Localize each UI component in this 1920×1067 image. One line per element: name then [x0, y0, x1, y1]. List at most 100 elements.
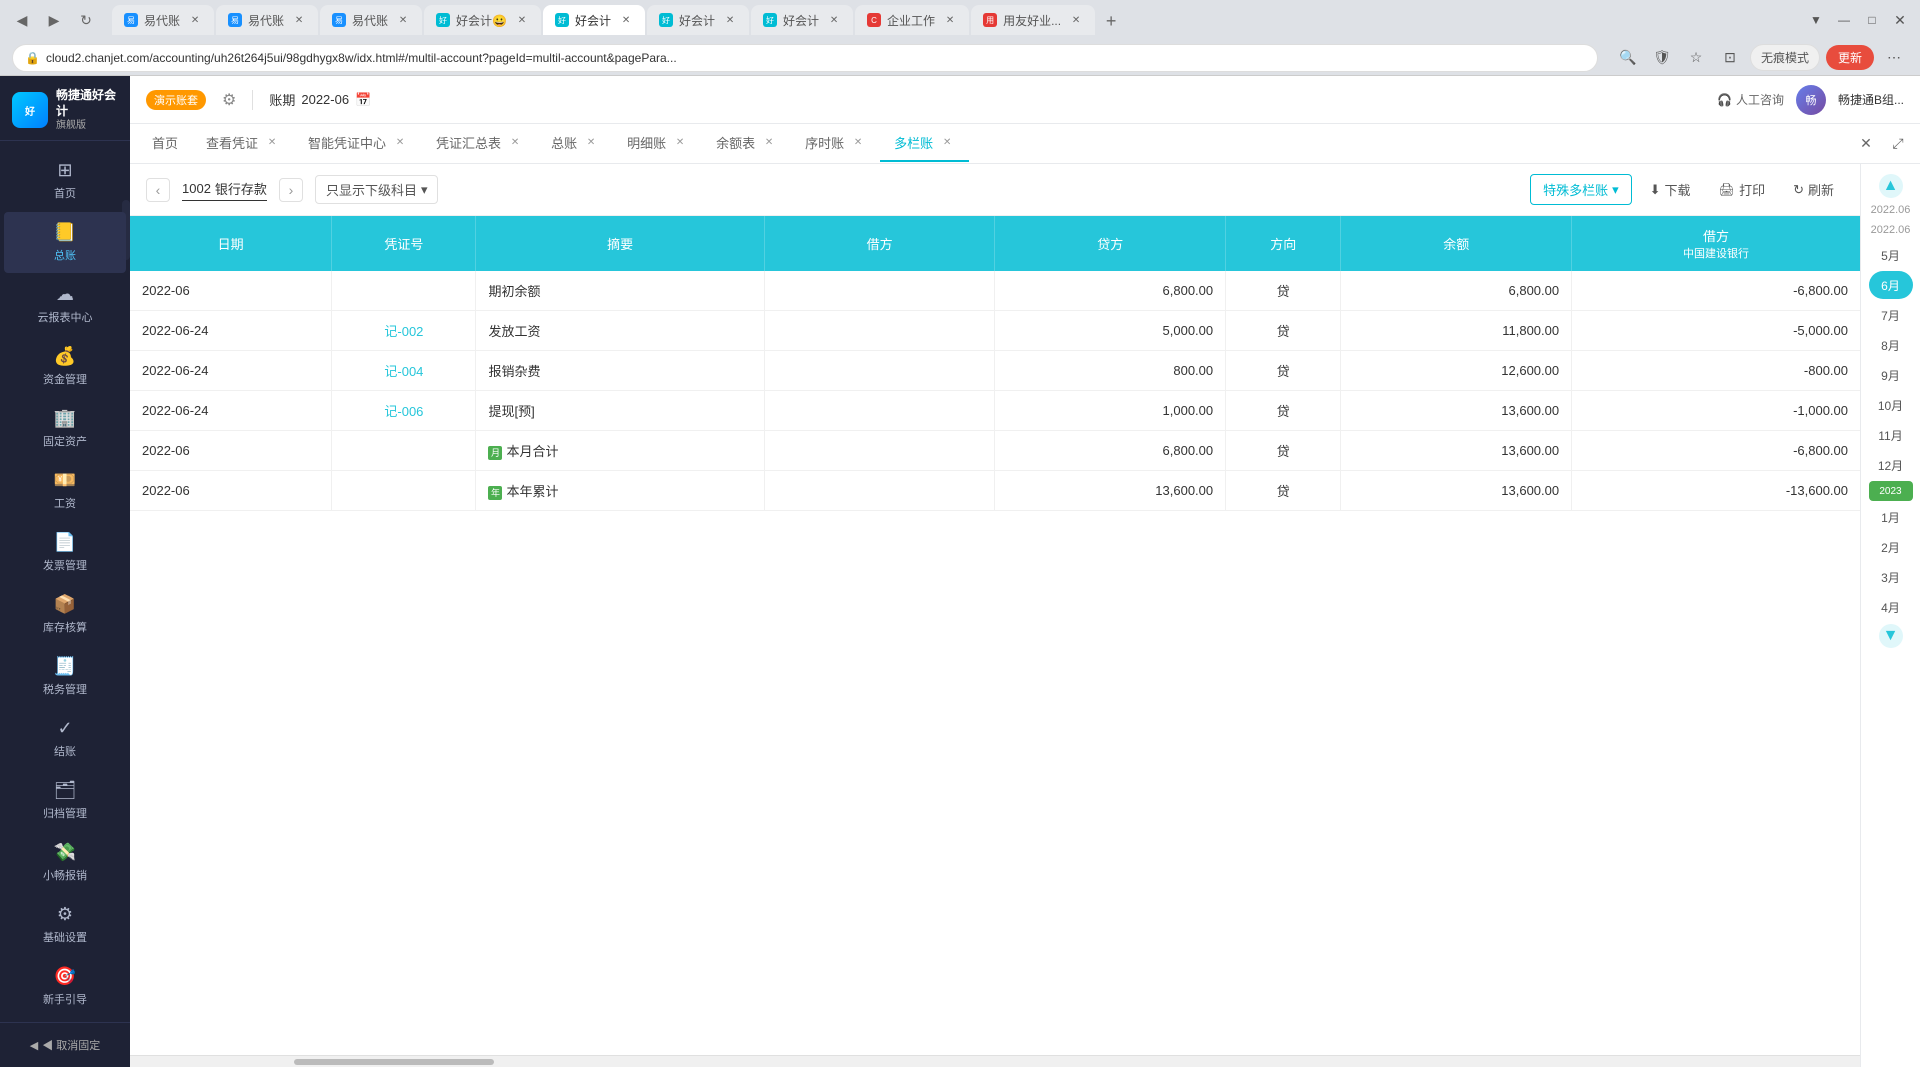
tab-close-8[interactable]: ✕: [943, 13, 957, 27]
sidebar-item-expense[interactable]: 💸 小畅报销: [4, 832, 126, 893]
prev-account-button[interactable]: ‹: [146, 178, 170, 202]
tab-close-4[interactable]: ✕: [515, 13, 529, 27]
tab-close-3[interactable]: ✕: [396, 13, 410, 27]
timeline-month-2023-1[interactable]: 1月: [1869, 503, 1913, 531]
back-button[interactable]: ◀: [8, 6, 36, 34]
timeline-month-5[interactable]: 5月: [1869, 241, 1913, 269]
timeline-month-12[interactable]: 12月: [1869, 451, 1913, 479]
voucher-link[interactable]: 记-006: [384, 404, 423, 419]
tab-general-ledger-close[interactable]: ✕: [583, 135, 599, 151]
browser-tab-8[interactable]: C 企业工作 ✕: [855, 5, 969, 35]
collapse-panel-button[interactable]: ✕: [1852, 130, 1880, 158]
topbar-settings-button[interactable]: ⚙: [222, 90, 236, 110]
star-icon-button[interactable]: ☆: [1682, 44, 1710, 72]
sidebar-item-cloud-report[interactable]: ☁ 云报表中心: [4, 274, 126, 335]
browser-tab-7[interactable]: 好 好会计 ✕: [751, 5, 853, 35]
sidebar-item-home[interactable]: ⊞ 首页: [4, 150, 126, 211]
search-icon-button[interactable]: 🔍: [1614, 44, 1642, 72]
timeline-month-11[interactable]: 11月: [1869, 421, 1913, 449]
timeline-scroll-up[interactable]: ▲: [1879, 174, 1903, 198]
show-sub-accounts-toggle[interactable]: 只显示下级科目 ▾: [315, 175, 439, 204]
sidebar-item-payroll[interactable]: 💴 工资: [4, 460, 126, 521]
sidebar-scrollbar[interactable]: [122, 200, 130, 260]
unpin-button[interactable]: ◀ ◀ 取消固定: [4, 1031, 126, 1059]
timeline-month-10[interactable]: 10月: [1869, 391, 1913, 419]
browser-tab-6[interactable]: 好 好会计 ✕: [647, 5, 749, 35]
download-button[interactable]: ⬇ 下载: [1640, 175, 1701, 204]
special-multi-column-button[interactable]: 特殊多栏账 ▾: [1530, 174, 1632, 205]
tab-close-9[interactable]: ✕: [1069, 13, 1083, 27]
voucher-link[interactable]: 记-002: [384, 324, 423, 339]
tab-smart-voucher-close[interactable]: ✕: [392, 135, 408, 151]
new-tab-button[interactable]: +: [1097, 7, 1125, 35]
sidebar-item-fixed-assets[interactable]: 🏢 固定资产: [4, 398, 126, 459]
sidebar-item-guide[interactable]: 🎯 新手引导: [4, 956, 126, 1017]
next-account-button[interactable]: ›: [279, 178, 303, 202]
voucher-link[interactable]: 记-004: [384, 364, 423, 379]
wuhen-mode-button[interactable]: 无痕模式: [1750, 44, 1820, 71]
sidebar-item-inventory[interactable]: 📦 库存核算: [4, 584, 126, 645]
shield-icon-button[interactable]: 🛡: [1648, 44, 1676, 72]
period-selector[interactable]: 账期 2022-06 📅: [269, 90, 371, 109]
browser-tab-1[interactable]: 易 易代账 ✕: [112, 5, 214, 35]
timeline-month-2023-2[interactable]: 2月: [1869, 533, 1913, 561]
browser-tab-5[interactable]: 好 好会计 ✕: [543, 5, 645, 35]
tab-voucher-summary[interactable]: 凭证汇总表 ✕: [422, 126, 537, 162]
tab-voucher-summary-close[interactable]: ✕: [507, 135, 523, 151]
ledger-table-container[interactable]: 日期 凭证号 摘要 借方 贷方 方向 余额 借方 中国建: [130, 216, 1860, 1055]
sidebar-item-invoice[interactable]: 📄 发票管理: [4, 522, 126, 583]
tab-view-voucher[interactable]: 查看凭证 ✕: [192, 126, 294, 162]
maximize-button[interactable]: □: [1860, 8, 1884, 32]
tab-sequential-ledger-close[interactable]: ✕: [850, 135, 866, 151]
browser-tab-2[interactable]: 易 易代账 ✕: [216, 5, 318, 35]
sidebar-item-capital[interactable]: 💰 资金管理: [4, 336, 126, 397]
browser-tab-4[interactable]: 好 好会计😀 ✕: [424, 5, 541, 35]
consult-button[interactable]: 🎧 人工咨询: [1717, 91, 1784, 108]
tab-multi-column[interactable]: 多栏账 ✕: [880, 126, 969, 162]
timeline-month-9[interactable]: 9月: [1869, 361, 1913, 389]
sidebar-toggle-button[interactable]: ⊡: [1716, 44, 1744, 72]
tab-general-ledger[interactable]: 总账 ✕: [537, 126, 613, 162]
timeline-month-2023-4[interactable]: 4月: [1869, 593, 1913, 621]
browser-tab-9[interactable]: 用 用友好业... ✕: [971, 5, 1095, 35]
tab-sequential-ledger[interactable]: 序时账 ✕: [791, 126, 880, 162]
account-selector[interactable]: 1002 银行存款: [182, 179, 267, 201]
tab-smart-voucher[interactable]: 智能凭证中心 ✕: [294, 126, 422, 162]
refresh-button[interactable]: ↻ 刷新: [1783, 175, 1844, 204]
forward-button[interactable]: ▶: [40, 6, 68, 34]
tab-list-button[interactable]: ▼: [1804, 8, 1828, 32]
more-options-button[interactable]: ⋯: [1880, 44, 1908, 72]
timeline-month-7[interactable]: 7月: [1869, 301, 1913, 329]
print-button[interactable]: 🖨 打印: [1709, 175, 1776, 204]
update-button[interactable]: 更新: [1826, 45, 1874, 70]
tab-multi-column-close[interactable]: ✕: [939, 135, 955, 151]
sidebar-item-ledger[interactable]: 📒 总账: [4, 212, 126, 273]
scrollbar-thumb[interactable]: [294, 1059, 494, 1065]
expand-panel-button[interactable]: ⤢: [1884, 130, 1912, 158]
sidebar-item-archive[interactable]: 🗂 归档管理: [4, 770, 126, 831]
tab-close-6[interactable]: ✕: [723, 13, 737, 27]
tab-home[interactable]: 首页: [138, 126, 192, 162]
timeline-month-6[interactable]: 6月: [1869, 271, 1913, 299]
browser-tab-3[interactable]: 易 易代账 ✕: [320, 5, 422, 35]
address-bar[interactable]: 🔒 cloud2.chanjet.com/accounting/uh26t264…: [12, 44, 1598, 72]
minimize-button[interactable]: —: [1832, 8, 1856, 32]
tab-detailed-ledger[interactable]: 明细账 ✕: [613, 126, 702, 162]
sidebar-item-tax[interactable]: 🧾 税务管理: [4, 646, 126, 707]
refresh-button[interactable]: ↻: [72, 6, 100, 34]
tab-close-1[interactable]: ✕: [188, 13, 202, 27]
timeline-month-2023-3[interactable]: 3月: [1869, 563, 1913, 591]
tab-close-2[interactable]: ✕: [292, 13, 306, 27]
tab-close-7[interactable]: ✕: [827, 13, 841, 27]
tab-close-5[interactable]: ✕: [619, 13, 633, 27]
timeline-scroll-down[interactable]: ▼: [1879, 624, 1903, 648]
window-close-button[interactable]: ✕: [1888, 8, 1912, 32]
tab-balance-close[interactable]: ✕: [761, 135, 777, 151]
sidebar-item-settings[interactable]: ⚙ 基础设置: [4, 894, 126, 955]
timeline-month-8[interactable]: 8月: [1869, 331, 1913, 359]
tab-view-voucher-close[interactable]: ✕: [264, 135, 280, 151]
tab-balance[interactable]: 余额表 ✕: [702, 126, 791, 162]
sidebar-item-close-books[interactable]: ✓ 结账: [4, 708, 126, 769]
horizontal-scrollbar[interactable]: [130, 1055, 1860, 1067]
tab-detailed-ledger-close[interactable]: ✕: [672, 135, 688, 151]
